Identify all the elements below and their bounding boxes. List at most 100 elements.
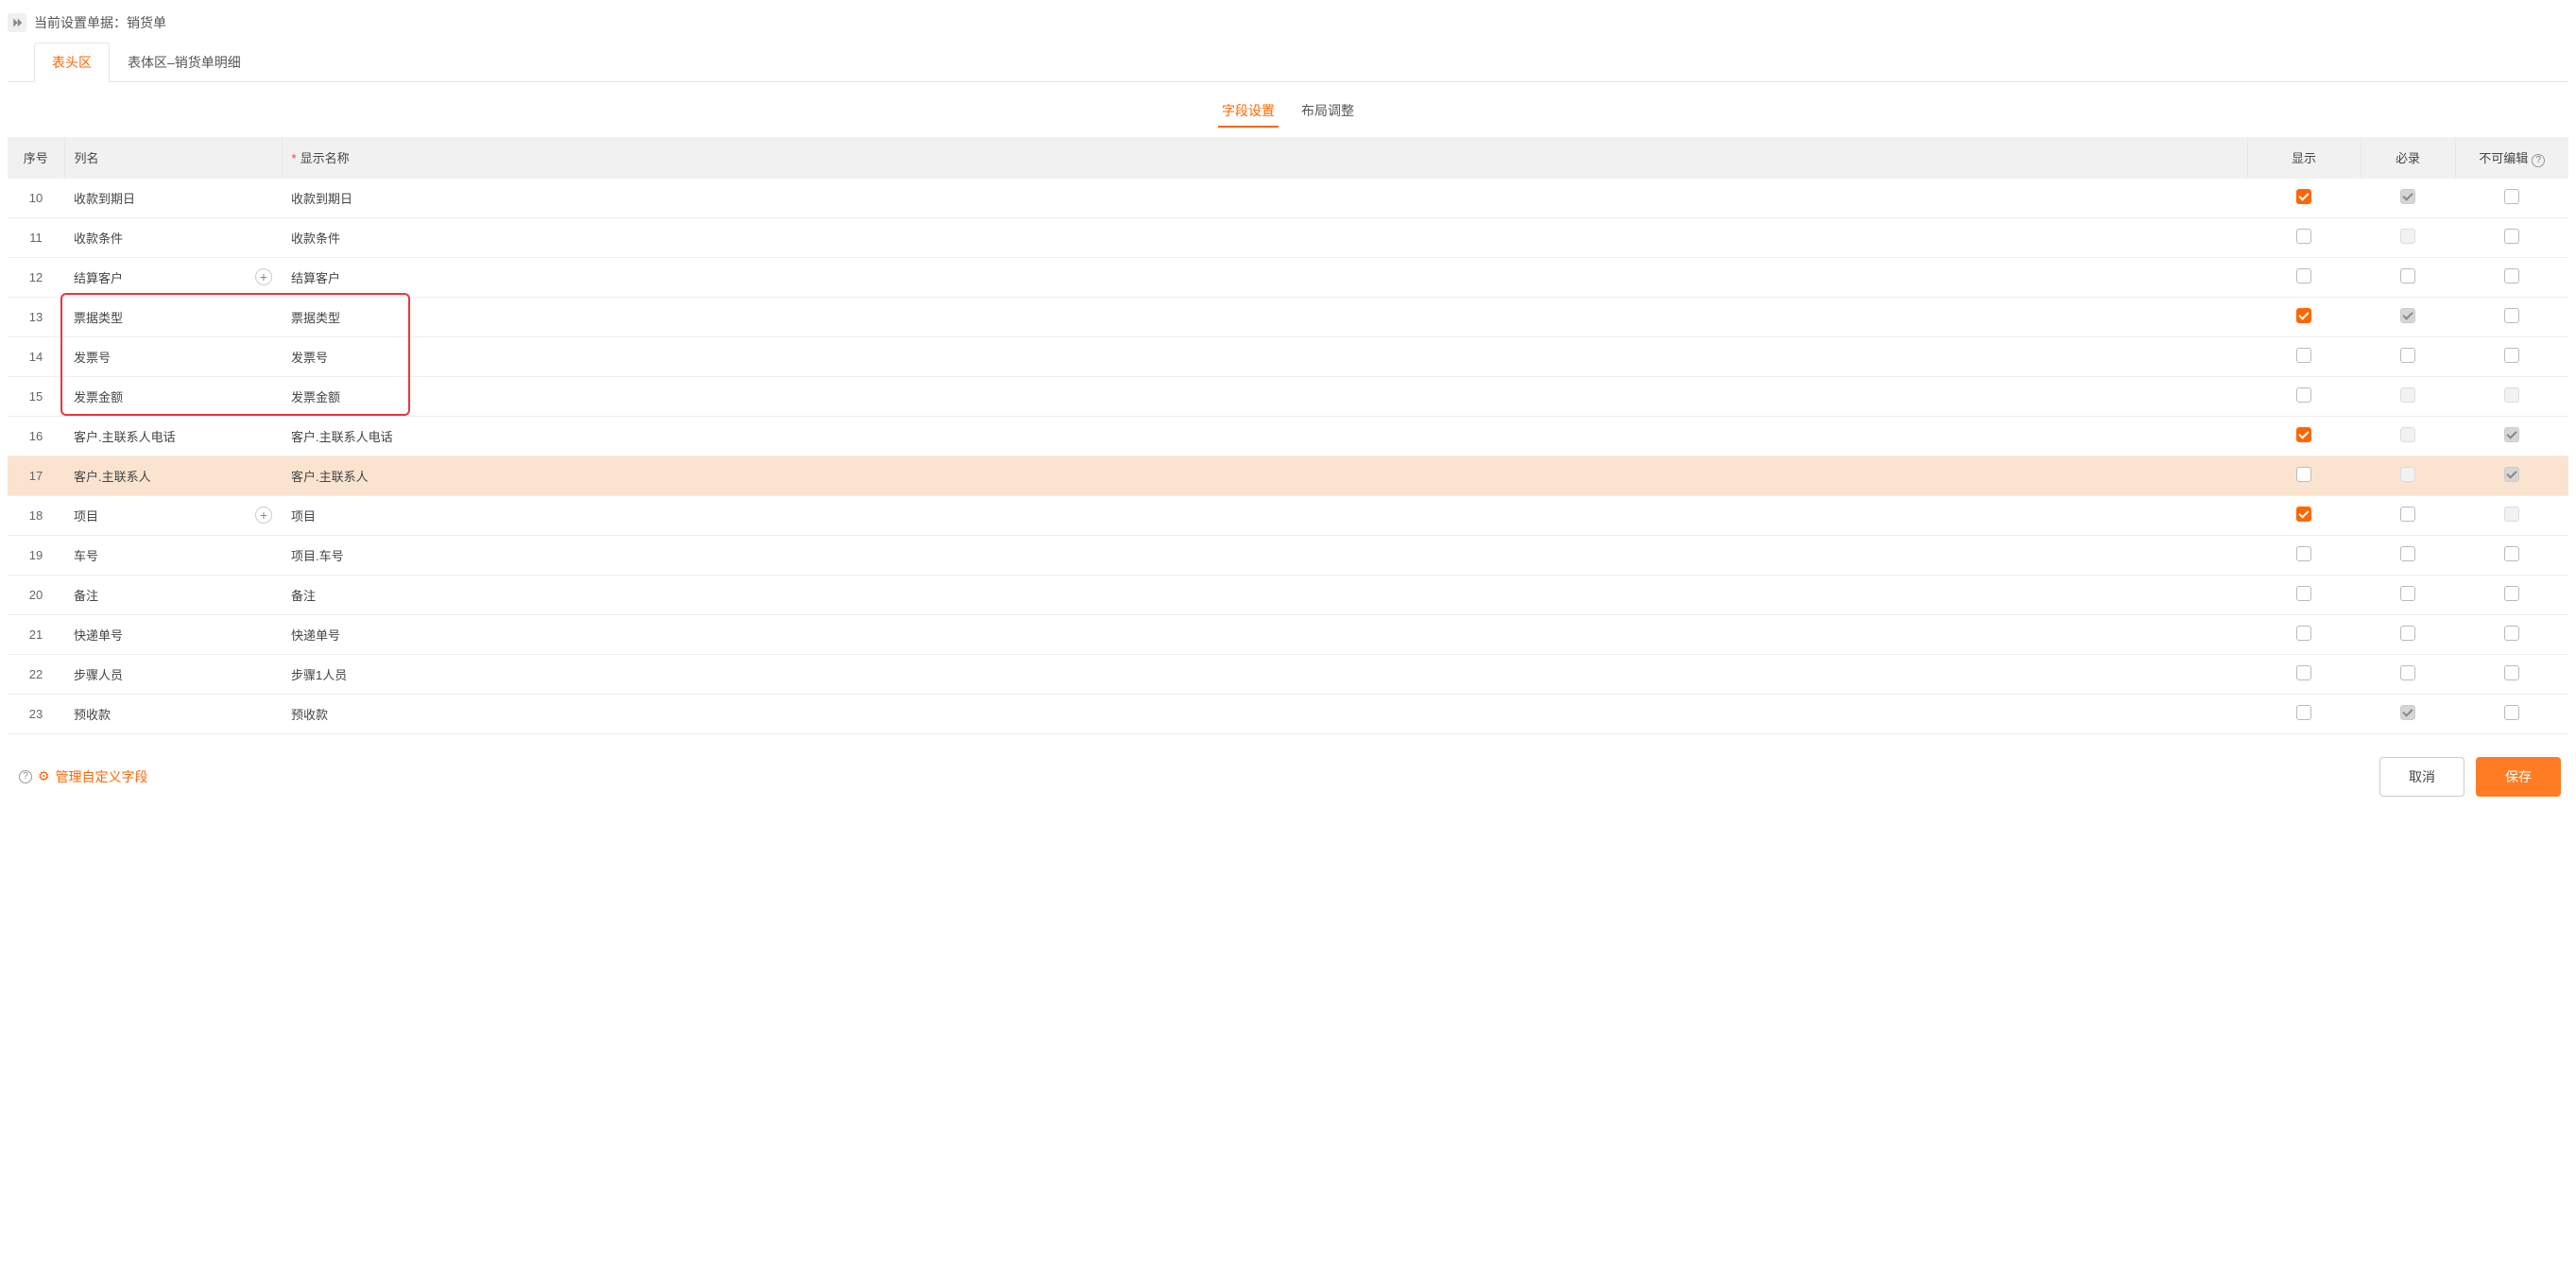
cell-display-name[interactable]: 项目.车号 — [282, 535, 2247, 575]
cell-display-name[interactable]: 预收款 — [282, 694, 2247, 733]
cell-seq: 16 — [8, 416, 64, 456]
cell-required — [2361, 217, 2455, 257]
cell-seq: 17 — [8, 456, 64, 495]
cell-locked — [2455, 495, 2568, 535]
cancel-button[interactable]: 取消 — [2379, 757, 2464, 797]
table-row: 19车号项目.车号 — [8, 535, 2568, 575]
cell-display-name[interactable]: 发票金额 — [282, 376, 2247, 416]
show-checkbox[interactable] — [2296, 387, 2311, 403]
show-checkbox[interactable] — [2296, 546, 2311, 561]
cell-required — [2361, 694, 2455, 733]
locked-checkbox[interactable] — [2504, 268, 2519, 284]
show-checkbox[interactable] — [2296, 665, 2311, 680]
cell-locked — [2455, 336, 2568, 376]
show-checkbox[interactable] — [2296, 507, 2311, 522]
cell-display-name[interactable]: 项目 — [282, 495, 2247, 535]
cell-required — [2361, 336, 2455, 376]
cell-show — [2247, 257, 2361, 297]
show-checkbox[interactable] — [2296, 308, 2311, 323]
show-checkbox[interactable] — [2296, 626, 2311, 641]
expand-button[interactable]: + — [255, 268, 272, 285]
show-checkbox[interactable] — [2296, 427, 2311, 442]
field-table: 序号 列名 *显示名称 显示 必录 不可编辑? 10收款到期日收款到期日11收款… — [8, 137, 2568, 734]
cell-name: 车号 — [64, 535, 282, 575]
locked-checkbox[interactable] — [2504, 229, 2519, 244]
cell-display-name[interactable]: 发票号 — [282, 336, 2247, 376]
cell-seq: 18 — [8, 495, 64, 535]
cell-required — [2361, 376, 2455, 416]
field-name: 备注 — [74, 586, 98, 604]
sub-tab-0[interactable]: 字段设置 — [1218, 95, 1279, 128]
help-icon[interactable]: ? — [19, 770, 32, 783]
cell-display-name[interactable]: 步骤1人员 — [282, 654, 2247, 694]
cell-display-name[interactable]: 结算客户 — [282, 257, 2247, 297]
expand-button[interactable]: + — [255, 507, 272, 524]
table-row: 10收款到期日收款到期日 — [8, 179, 2568, 218]
required-checkbox[interactable] — [2400, 348, 2415, 363]
cell-show — [2247, 297, 2361, 336]
cell-name: 发票号 — [64, 336, 282, 376]
collapse-button[interactable] — [8, 13, 26, 32]
required-checkbox — [2400, 229, 2415, 244]
locked-checkbox[interactable] — [2504, 665, 2519, 680]
cell-seq: 10 — [8, 179, 64, 218]
locked-checkbox — [2504, 427, 2519, 442]
cell-display-name[interactable]: 快递单号 — [282, 614, 2247, 654]
required-checkbox — [2400, 427, 2415, 442]
required-checkbox[interactable] — [2400, 546, 2415, 561]
required-checkbox[interactable] — [2400, 268, 2415, 284]
show-checkbox[interactable] — [2296, 229, 2311, 244]
show-checkbox[interactable] — [2296, 705, 2311, 720]
cell-display-name[interactable]: 票据类型 — [282, 297, 2247, 336]
locked-checkbox[interactable] — [2504, 626, 2519, 641]
show-checkbox[interactable] — [2296, 268, 2311, 284]
field-name: 结算客户 — [74, 268, 123, 286]
cell-seq: 12 — [8, 257, 64, 297]
outer-tab-0[interactable]: 表头区 — [34, 43, 110, 82]
field-name: 预收款 — [74, 705, 111, 723]
cell-name: 快递单号 — [64, 614, 282, 654]
outer-tab-1[interactable]: 表体区–销货单明细 — [110, 43, 259, 82]
cell-display-name[interactable]: 备注 — [282, 575, 2247, 614]
cell-locked — [2455, 297, 2568, 336]
locked-checkbox[interactable] — [2504, 308, 2519, 323]
locked-checkbox[interactable] — [2504, 546, 2519, 561]
show-checkbox[interactable] — [2296, 189, 2311, 204]
cell-locked — [2455, 654, 2568, 694]
required-checkbox[interactable] — [2400, 586, 2415, 601]
page-title-doc: 销货单 — [127, 15, 166, 30]
required-checkbox[interactable] — [2400, 507, 2415, 522]
cell-required — [2361, 575, 2455, 614]
cell-locked — [2455, 179, 2568, 218]
cell-display-name[interactable]: 收款条件 — [282, 217, 2247, 257]
locked-checkbox[interactable] — [2504, 348, 2519, 363]
cell-display-name[interactable]: 收款到期日 — [282, 179, 2247, 218]
required-checkbox[interactable] — [2400, 626, 2415, 641]
help-icon[interactable]: ? — [2532, 154, 2545, 167]
th-display: *显示名称 — [282, 137, 2247, 179]
cell-name: 客户.主联系人电话 — [64, 416, 282, 456]
locked-checkbox[interactable] — [2504, 586, 2519, 601]
show-checkbox[interactable] — [2296, 586, 2311, 601]
manage-custom-fields-link[interactable]: 管理自定义字段 — [56, 767, 148, 786]
cell-required — [2361, 257, 2455, 297]
locked-checkbox[interactable] — [2504, 189, 2519, 204]
required-checkbox[interactable] — [2400, 665, 2415, 680]
cell-seq: 13 — [8, 297, 64, 336]
cell-locked — [2455, 614, 2568, 654]
locked-checkbox[interactable] — [2504, 705, 2519, 720]
cell-required — [2361, 495, 2455, 535]
required-mark: * — [292, 151, 297, 165]
sub-tab-1[interactable]: 布局调整 — [1297, 95, 1358, 128]
field-name: 发票号 — [74, 348, 111, 366]
show-checkbox[interactable] — [2296, 467, 2311, 482]
cell-display-name[interactable]: 客户.主联系人电话 — [282, 416, 2247, 456]
cell-display-name[interactable]: 客户.主联系人 — [282, 456, 2247, 495]
table-row: 14发票号发票号 — [8, 336, 2568, 376]
save-button[interactable]: 保存 — [2476, 757, 2561, 797]
cell-name: 发票金额 — [64, 376, 282, 416]
sub-tabs: 字段设置布局调整 — [8, 82, 2568, 131]
cell-name: 备注 — [64, 575, 282, 614]
cell-locked — [2455, 456, 2568, 495]
show-checkbox[interactable] — [2296, 348, 2311, 363]
